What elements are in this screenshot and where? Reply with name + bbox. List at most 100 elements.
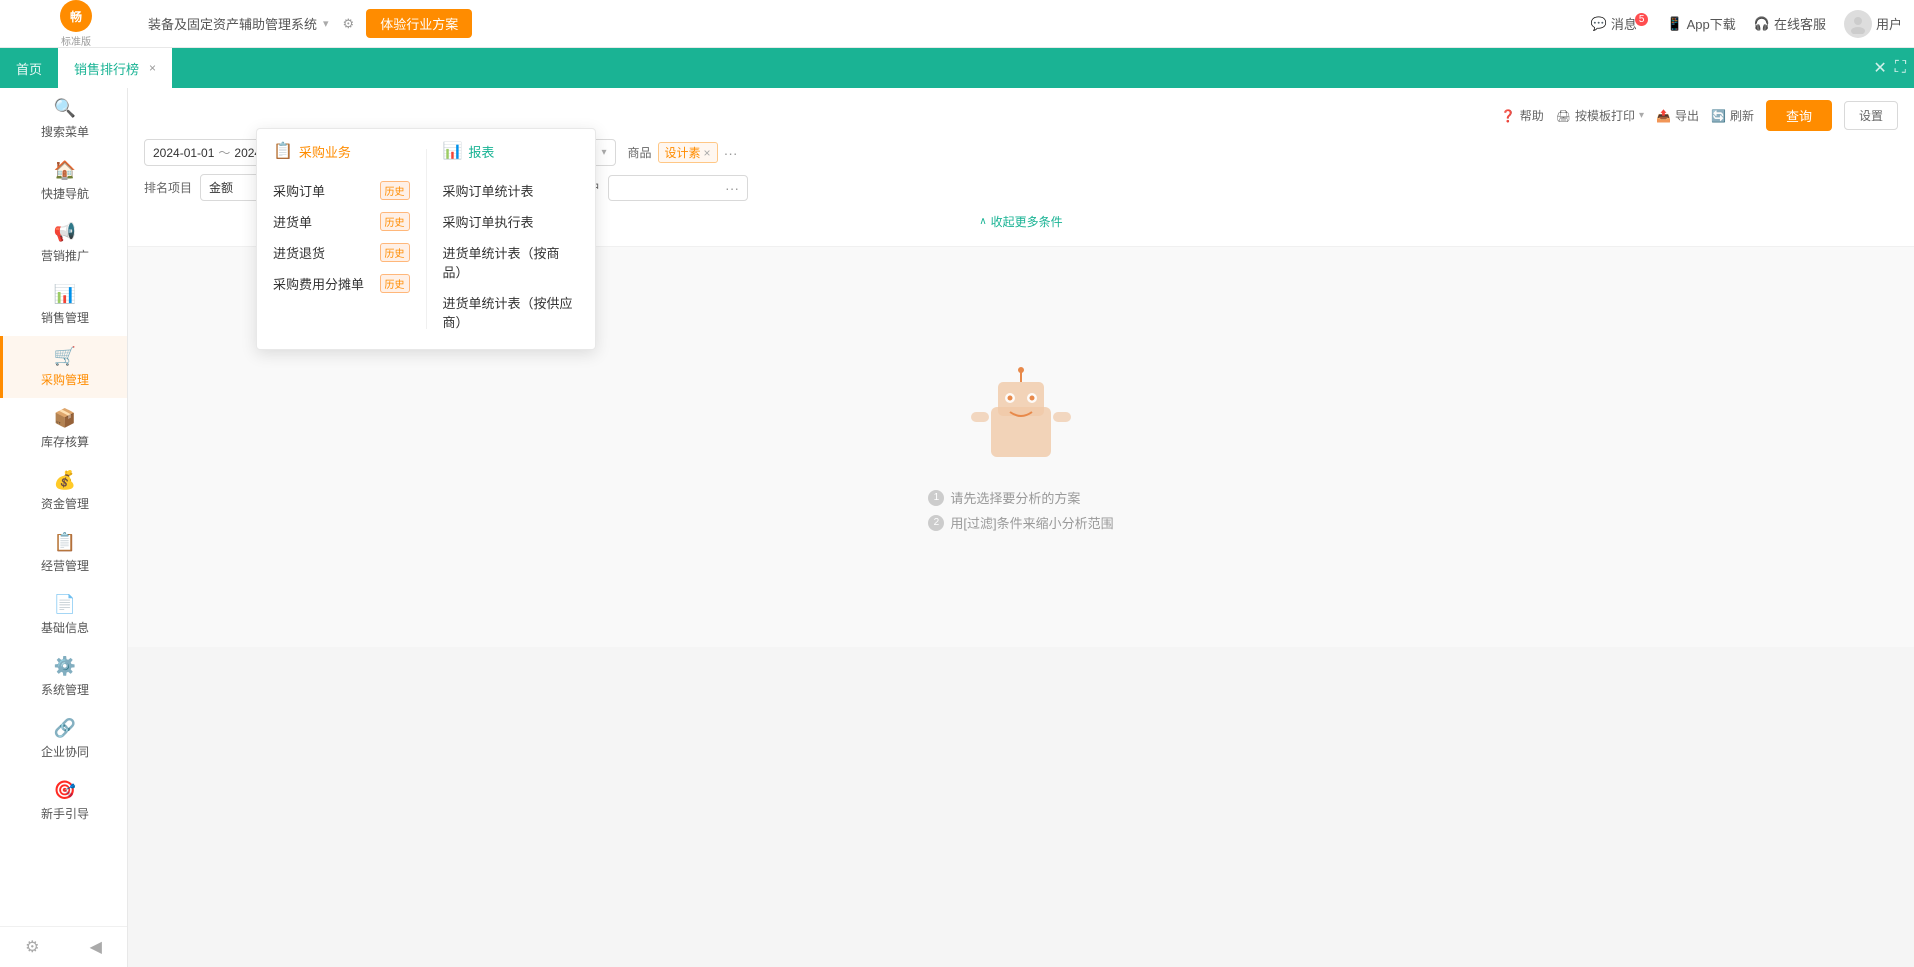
customer-more: ··· — [725, 180, 739, 196]
sidebar-label-quick-nav: 快捷导航 — [41, 185, 89, 202]
dropdown-item-order-execution[interactable]: 采购订单执行表 — [443, 206, 580, 237]
dropdown-col-purchase-business: 📋 采购业务 采购订单 历史 进货单 历史 进货退货 历史 — [257, 141, 426, 337]
sidebar-item-purchase[interactable]: 🛒 采购管理 — [0, 336, 127, 398]
tabbar: 首页 销售排行榜 × ✕ ⛶ — [0, 48, 1914, 88]
sidebar-item-sales[interactable]: 📊 销售管理 — [0, 274, 127, 336]
close-window-icon[interactable]: ✕ — [1873, 58, 1886, 78]
sidebar-item-enterprise[interactable]: 🔗 企业协同 — [0, 708, 127, 770]
sidebar-item-marketing[interactable]: 📢 营销推广 — [0, 212, 127, 274]
empty-step-1: 1 请先选择要分析的方案 — [928, 488, 1113, 507]
refresh-icon: 🔄 — [1711, 109, 1726, 123]
sidebar-label-enterprise: 企业协同 — [41, 743, 89, 760]
system-icon: ⚙️ — [54, 656, 76, 677]
print-button[interactable]: 🖨 按模板打印 ▾ — [1556, 107, 1644, 124]
settings-button[interactable]: 设置 — [1844, 101, 1898, 130]
sidebar-item-beginner[interactable]: 🎯 新手引导 — [0, 770, 127, 832]
purchase-icon: 🛒 — [54, 346, 76, 367]
sidebar-item-operations[interactable]: 📋 经营管理 — [0, 522, 127, 584]
system-dropdown-arrow[interactable]: ▾ — [323, 17, 329, 30]
purchase-return-label: 进货退货 — [273, 243, 325, 262]
date-start: 2024-01-01 — [153, 146, 214, 160]
purchase-dropdown-menu: 📋 采购业务 采购订单 历史 进货单 历史 进货退货 历史 — [256, 128, 596, 350]
topbar-right: 💬 消息 5 📱 App下载 🎧 在线客服 用户 — [1591, 10, 1902, 38]
experience-button[interactable]: 体验行业方案 — [366, 9, 472, 38]
sidebar-label-purchase: 采购管理 — [41, 371, 89, 388]
marketing-icon: 📢 — [54, 222, 76, 243]
home-tab-label: 首页 — [16, 59, 42, 78]
dropdown-item-purchase-receive[interactable]: 进货单 历史 — [273, 206, 410, 237]
collapse-button[interactable]: ∧ 收起更多条件 — [979, 209, 1062, 234]
dropdown-item-purchase-return[interactable]: 进货退货 历史 — [273, 237, 410, 268]
dropdown-item-receive-by-supplier[interactable]: 进货单统计表（按供应商） — [443, 287, 580, 337]
purchase-order-label: 采购订单 — [273, 181, 325, 200]
reports-title-text: 报表 — [468, 142, 494, 161]
query-button[interactable]: 查询 — [1766, 100, 1832, 131]
sidebar-item-system[interactable]: ⚙️ 系统管理 — [0, 646, 127, 708]
app-download-item[interactable]: 📱 App下载 — [1666, 14, 1735, 33]
sidebar-collapse-icon[interactable]: ◀ — [90, 937, 102, 957]
sidebar-bottom: ⚙ ◀ — [0, 926, 127, 967]
dropdown-item-purchase-expense[interactable]: 采购费用分摊单 历史 — [273, 268, 410, 299]
online-service-item[interactable]: 🎧 在线客服 — [1754, 14, 1826, 33]
sidebar-item-search[interactable]: 🔍 搜索菜单 — [0, 88, 127, 150]
dropdown-right-title: 📊 报表 — [443, 141, 580, 165]
basic-info-icon: 📄 — [54, 594, 76, 615]
goods-filter-more[interactable]: ··· — [724, 145, 738, 161]
notification-item[interactable]: 💬 消息 5 — [1591, 14, 1649, 33]
export-label: 导出 — [1675, 107, 1699, 124]
goods-tag-text: 设计素 — [665, 144, 701, 161]
gear-icon[interactable]: ⚙ — [343, 16, 355, 32]
dropdown-item-purchase-order[interactable]: 采购订单 历史 — [273, 175, 410, 206]
customer-input[interactable]: ··· — [608, 175, 748, 201]
sidebar-item-finance[interactable]: 💰 资金管理 — [0, 460, 127, 522]
user-label: 用户 — [1876, 14, 1902, 33]
step-2-num: 2 — [928, 515, 944, 531]
refresh-button[interactable]: 🔄 刷新 — [1711, 107, 1754, 124]
tab-sales-ranking[interactable]: 销售排行榜 × — [58, 48, 172, 88]
dropdown-item-order-stats[interactable]: 采购订单统计表 — [443, 175, 580, 206]
export-button[interactable]: 📤 导出 — [1656, 107, 1699, 124]
customer-filter-area: 客户 ··· — [576, 175, 748, 201]
empty-step-2: 2 用[过滤]条件来缩小分析范围 — [928, 513, 1113, 532]
sidebar: 🔍 搜索菜单 🏠 快捷导航 📢 营销推广 📊 销售管理 🛒 采购管理 📦 库存核… — [0, 88, 128, 967]
print-dropdown-arrow[interactable]: ▾ — [1639, 110, 1644, 121]
sidebar-label-system: 系统管理 — [41, 681, 89, 698]
notification-badge: 5 — [1635, 13, 1649, 26]
collapse-arrow-icon: ∧ — [979, 216, 986, 227]
refresh-label: 刷新 — [1730, 107, 1754, 124]
order-stats-label: 采购订单统计表 — [443, 181, 534, 200]
purchase-receive-history-badge: 历史 — [380, 212, 410, 231]
user-item[interactable]: 用户 — [1844, 10, 1902, 38]
sales-icon: 📊 — [54, 284, 76, 305]
logo-area: 畅 标准版 — [12, 0, 140, 48]
sidebar-label-operations: 经营管理 — [41, 557, 89, 574]
sidebar-item-inventory[interactable]: 📦 库存核算 — [0, 398, 127, 460]
goods-tag-close[interactable]: × — [704, 146, 711, 160]
receive-by-goods-label: 进货单统计表（按商品） — [443, 243, 580, 281]
finance-icon: 💰 — [54, 470, 76, 491]
maximize-window-icon[interactable]: ⛶ — [1895, 59, 1906, 77]
date-separator: ～ — [218, 144, 230, 161]
dropdown-item-receive-by-goods[interactable]: 进货单统计表（按商品） — [443, 237, 580, 287]
sidebar-label-finance: 资金管理 — [41, 495, 89, 512]
notification-icon: 💬 — [1591, 16, 1607, 32]
help-button[interactable]: ❓ 帮助 — [1501, 107, 1544, 124]
print-icon: 🖨 — [1556, 109, 1571, 123]
tab-close-icon[interactable]: × — [149, 61, 156, 75]
tab-home[interactable]: 首页 — [0, 48, 58, 88]
system-title-area: 装备及固定资产辅助管理系统 ▾ ⚙ — [148, 14, 354, 33]
phone-icon: 📱 — [1666, 16, 1682, 32]
operations-icon: 📋 — [54, 532, 76, 553]
logo-tagline: 标准版 — [61, 33, 91, 48]
sidebar-settings-icon[interactable]: ⚙ — [25, 937, 39, 957]
dropdown-columns: 📋 采购业务 采购订单 历史 进货单 历史 进货退货 历史 — [257, 141, 595, 337]
help-label: 帮助 — [1520, 107, 1544, 124]
help-icon: ❓ — [1501, 109, 1516, 123]
sidebar-label-beginner: 新手引导 — [41, 805, 89, 822]
sidebar-item-basic-info[interactable]: 📄 基础信息 — [0, 584, 127, 646]
content-area: ❓ 帮助 🖨 按模板打印 ▾ 📤 导出 🔄 刷新 查询 设置 — [128, 88, 1914, 967]
order-execution-label: 采购订单执行表 — [443, 212, 534, 231]
purchase-return-history-badge: 历史 — [380, 243, 410, 262]
export-icon: 📤 — [1656, 109, 1671, 123]
sidebar-item-quick-nav[interactable]: 🏠 快捷导航 — [0, 150, 127, 212]
